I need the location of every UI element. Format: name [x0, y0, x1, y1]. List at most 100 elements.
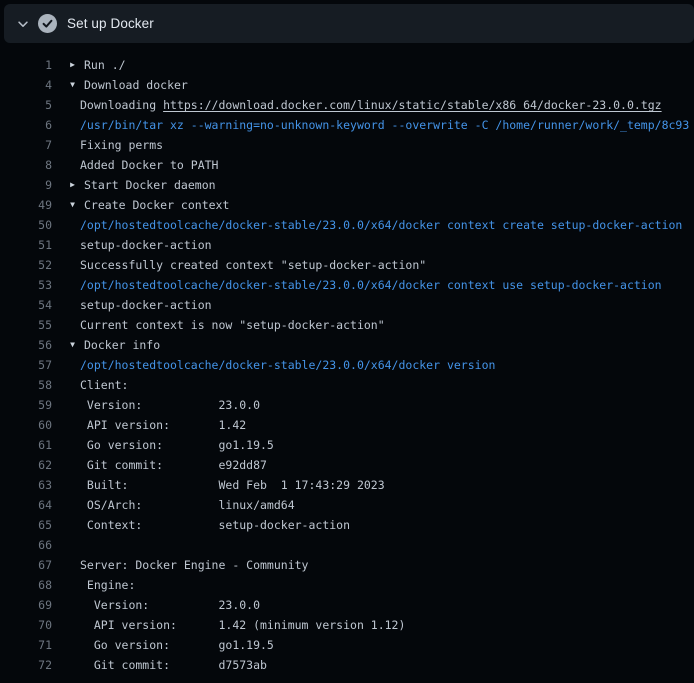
gutter-spacer	[52, 635, 80, 655]
gutter-spacer	[52, 295, 80, 315]
line-number[interactable]: 5	[0, 95, 52, 115]
line-number[interactable]: 68	[0, 575, 52, 595]
line-number[interactable]: 66	[0, 535, 52, 555]
log-text: Client:	[80, 375, 128, 395]
log-line: 6/usr/bin/tar xz --warning=no-unknown-ke…	[0, 115, 694, 135]
log-line: 52 Successfully created context "setup-do…	[0, 255, 694, 275]
line-number[interactable]: 49	[0, 195, 52, 215]
line-number[interactable]: 59	[0, 395, 52, 415]
chevron-down-icon[interactable]	[16, 17, 30, 31]
log-text: Go version: go1.19.5	[80, 435, 274, 455]
line-number[interactable]: 69	[0, 595, 52, 615]
line-number[interactable]: 53	[0, 275, 52, 295]
gutter-spacer	[52, 355, 80, 375]
gutter-spacer	[52, 655, 80, 675]
log-text: Go version: go1.19.5	[80, 635, 274, 655]
log-line: 54 setup-docker-action	[0, 295, 694, 315]
log-group-row[interactable]: 1▶Run ./	[0, 55, 694, 75]
gutter-spacer	[52, 475, 80, 495]
line-number[interactable]: 4	[0, 75, 52, 95]
step-header[interactable]: Set up Docker	[4, 4, 694, 43]
log-group-row[interactable]: 4▼Download docker	[0, 75, 694, 95]
gutter-spacer	[52, 275, 80, 295]
log-text: API version: 1.42 (minimum version 1.12)	[80, 615, 405, 635]
log-text: Added Docker to PATH	[80, 155, 218, 175]
line-number[interactable]: 57	[0, 355, 52, 375]
log-line: 61 Go version: go1.19.5	[0, 435, 694, 455]
gutter-spacer	[52, 455, 80, 475]
line-number[interactable]: 56	[0, 335, 52, 355]
line-number[interactable]: 7	[0, 135, 52, 155]
log-line: 5Downloading https://download.docker.com…	[0, 95, 694, 115]
line-number[interactable]: 55	[0, 315, 52, 335]
log-text: Engine:	[80, 575, 135, 595]
group-collapse-icon[interactable]: ▼	[52, 335, 80, 355]
line-number[interactable]: 54	[0, 295, 52, 315]
group-collapse-icon[interactable]: ▼	[52, 75, 80, 95]
log-link[interactable]: https://download.docker.com/linux/static…	[163, 98, 662, 112]
log-line: 59 Version: 23.0.0	[0, 395, 694, 415]
log-text: setup-docker-action	[80, 235, 212, 255]
line-number[interactable]: 60	[0, 415, 52, 435]
log-line: 70 API version: 1.42 (minimum version 1.…	[0, 615, 694, 635]
group-title: Docker info	[80, 335, 160, 355]
log-line: 8 Added Docker to PATH	[0, 155, 694, 175]
check-circle-icon	[38, 14, 57, 33]
line-number[interactable]: 52	[0, 255, 52, 275]
log-command-text: /opt/hostedtoolcache/docker-stable/23.0.…	[80, 355, 495, 375]
log-text: Version: 23.0.0	[80, 595, 260, 615]
gutter-spacer	[52, 215, 80, 235]
gutter-spacer	[52, 155, 80, 175]
log-text: Fixing perms	[80, 135, 163, 155]
log-text: Version: 23.0.0	[80, 395, 260, 415]
line-number[interactable]: 58	[0, 375, 52, 395]
line-number[interactable]: 61	[0, 435, 52, 455]
line-number[interactable]: 50	[0, 215, 52, 235]
log-line: 51 setup-docker-action	[0, 235, 694, 255]
line-number[interactable]: 8	[0, 155, 52, 175]
gutter-spacer	[52, 135, 80, 155]
line-number[interactable]: 70	[0, 615, 52, 635]
group-collapse-icon[interactable]: ▼	[52, 195, 80, 215]
line-number[interactable]: 9	[0, 175, 52, 195]
log-command-text: /opt/hostedtoolcache/docker-stable/23.0.…	[80, 275, 662, 295]
gutter-spacer	[52, 115, 80, 135]
step-title: Set up Docker	[67, 16, 154, 31]
log-text: Current context is now "setup-docker-act…	[80, 315, 385, 335]
line-number[interactable]: 64	[0, 495, 52, 515]
log-line: 71 Go version: go1.19.5	[0, 635, 694, 655]
log-line: 67Server: Docker Engine - Community	[0, 555, 694, 575]
log-text: Successfully created context "setup-dock…	[80, 255, 426, 275]
line-number[interactable]: 72	[0, 655, 52, 675]
gutter-spacer	[52, 595, 80, 615]
log-line: 62 Git commit: e92dd87	[0, 455, 694, 475]
group-title: Download docker	[80, 75, 188, 95]
group-title: Run ./	[80, 55, 126, 75]
log-text: API version: 1.42	[80, 415, 246, 435]
log-text: Git commit: e92dd87	[80, 455, 267, 475]
log-line: 68 Engine:	[0, 575, 694, 595]
gutter-spacer	[52, 515, 80, 535]
line-number[interactable]: 67	[0, 555, 52, 575]
line-number[interactable]: 1	[0, 55, 52, 75]
line-number[interactable]: 65	[0, 515, 52, 535]
log-text: setup-docker-action	[80, 295, 212, 315]
gutter-spacer	[52, 535, 80, 555]
group-title: Create Docker context	[80, 195, 229, 215]
line-number[interactable]: 63	[0, 475, 52, 495]
log-group-row[interactable]: 9▶Start Docker daemon	[0, 175, 694, 195]
line-number[interactable]: 6	[0, 115, 52, 135]
log-line: 65 Context: setup-docker-action	[0, 515, 694, 535]
log-line: 50/opt/hostedtoolcache/docker-stable/23.…	[0, 215, 694, 235]
log-line: 69 Version: 23.0.0	[0, 595, 694, 615]
log-text: Built: Wed Feb 1 17:43:29 2023	[80, 475, 385, 495]
gutter-spacer	[52, 435, 80, 455]
gutter-spacer	[52, 235, 80, 255]
log-group-row[interactable]: 49▼Create Docker context	[0, 195, 694, 215]
log-group-row[interactable]: 56▼Docker info	[0, 335, 694, 355]
line-number[interactable]: 51	[0, 235, 52, 255]
line-number[interactable]: 62	[0, 455, 52, 475]
line-number[interactable]: 71	[0, 635, 52, 655]
group-expand-icon[interactable]: ▶	[52, 175, 80, 195]
group-expand-icon[interactable]: ▶	[52, 55, 80, 75]
